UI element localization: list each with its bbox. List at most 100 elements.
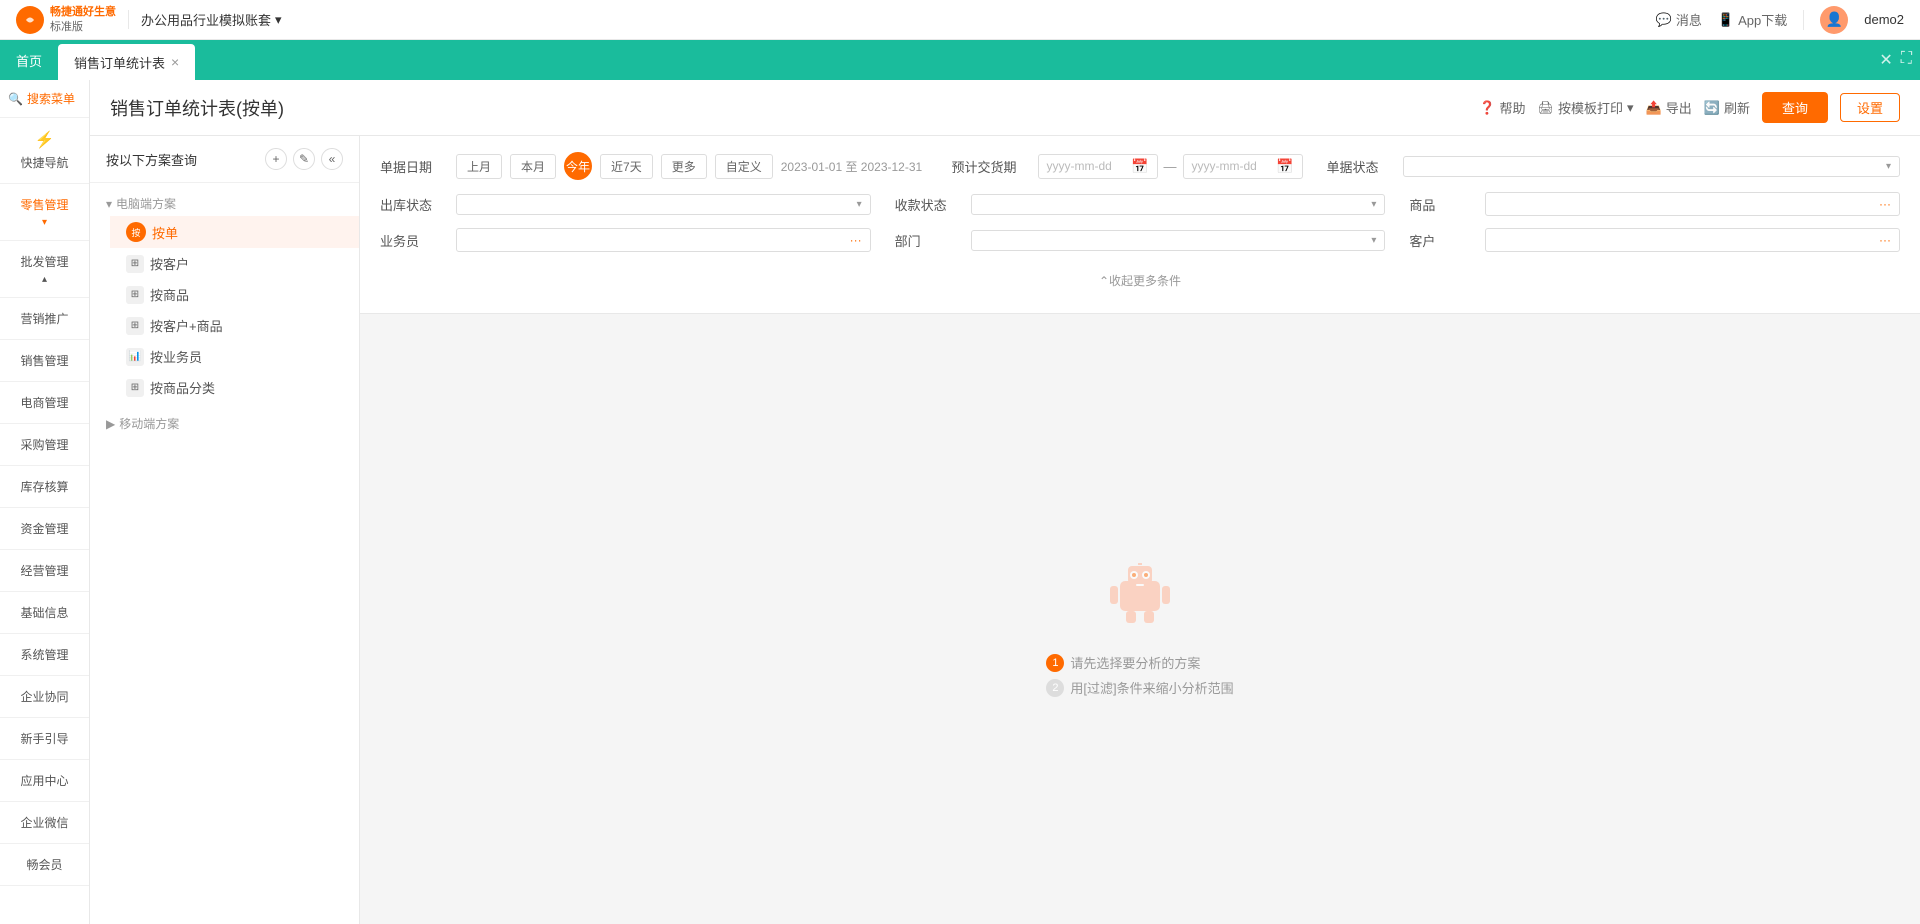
- hint-num-2: 2: [1046, 679, 1064, 697]
- date-btn-7days[interactable]: 近7天: [600, 154, 653, 179]
- setting-button[interactable]: 设置: [1840, 93, 1900, 122]
- top-bar-right: 💬 消息 📱 App下载 👤 demo2: [1656, 6, 1904, 34]
- empty-state: 1 请先选择要分析的方案 2 用[过滤]条件来缩小分析范围: [360, 314, 1920, 924]
- chevron-right-icon: ▶: [106, 417, 115, 431]
- tree-item-by-category[interactable]: ⊞ 按商品分类: [110, 372, 359, 403]
- sidebar-item-operations[interactable]: 经营管理: [0, 550, 89, 592]
- print-button[interactable]: 🖨 按模板打印 ▾: [1538, 98, 1634, 117]
- sidebar-item-member[interactable]: 畅会员: [0, 844, 89, 886]
- date-btn-custom[interactable]: 自定义: [715, 154, 773, 179]
- goods-select[interactable]: ···: [1485, 192, 1900, 216]
- tree-item-by-cust-prod[interactable]: ⊞ 按客户+商品: [110, 310, 359, 341]
- sidebar-item-shortcut[interactable]: ⚡ 快捷导航: [0, 118, 89, 184]
- left-panel-actions: + ✎ «: [265, 148, 343, 170]
- sidebar-item-inventory[interactable]: 库存核算: [0, 466, 89, 508]
- lightning-icon: ⚡: [35, 130, 55, 150]
- edit-scheme-button[interactable]: ✎: [293, 148, 315, 170]
- by-customer-icon: ⊞: [126, 255, 144, 273]
- tree-section-desktop-title: ▾ 电脑端方案: [90, 191, 359, 216]
- sidebar-item-enterprise[interactable]: 企业协同: [0, 676, 89, 718]
- tab-sales-order-stats[interactable]: 销售订单统计表 ×: [58, 44, 195, 80]
- refresh-icon: 🔄: [1704, 100, 1720, 116]
- more-icon[interactable]: ···: [850, 233, 862, 247]
- tree-item-by-product[interactable]: ⊞ 按商品: [110, 279, 359, 310]
- sidebar-item-retail[interactable]: 零售管理 ▾: [0, 184, 89, 241]
- avatar: 👤: [1820, 6, 1848, 34]
- chevron-down-icon: ▾: [1371, 199, 1376, 210]
- close-icon[interactable]: ×: [171, 54, 179, 70]
- maximize-icon[interactable]: ⛶: [1901, 50, 1912, 70]
- page-title: 销售订单统计表(按单): [110, 95, 284, 121]
- chevron-down-icon: ▾: [1371, 235, 1376, 246]
- empty-hint-2: 2 用[过滤]条件来缩小分析范围: [1046, 678, 1233, 697]
- collapse-button[interactable]: ⌃ 收起更多条件: [380, 264, 1900, 297]
- more-icon[interactable]: ···: [1879, 233, 1891, 247]
- sidebar-item-newguide[interactable]: 新手引导: [0, 718, 89, 760]
- chevron-down-icon: ▾: [1886, 161, 1891, 172]
- date-input-group-start: yyyy-mm-dd 📅 — yyyy-mm-dd 📅: [1038, 154, 1303, 179]
- top-bar: 畅捷通好生意 标准版 办公用品行业模拟账套 ▾ 💬 消息 📱 App下载 👤 d…: [0, 0, 1920, 40]
- app-download-button[interactable]: 📱 App下载: [1718, 10, 1787, 29]
- sidebar-item-appcenter[interactable]: 应用中心: [0, 760, 89, 802]
- customer-select[interactable]: ···: [1485, 228, 1900, 252]
- sidebar-item-marketing[interactable]: 营销推广: [0, 298, 89, 340]
- search-icon: 🔍: [8, 92, 23, 106]
- sidebar-item-purchase[interactable]: 采购管理: [0, 424, 89, 466]
- by-cust-prod-icon: ⊞: [126, 317, 144, 335]
- main-layout: 🔍 搜索菜单 ⚡ 快捷导航 零售管理 ▾ 批发管理 ▴ 营销推广 销售管理 电商…: [0, 80, 1920, 924]
- dept-label: 部门: [895, 231, 955, 250]
- top-bar-left: 畅捷通好生意 标准版 办公用品行业模拟账套 ▾: [16, 5, 282, 34]
- chevron-down-icon: ▾: [275, 12, 282, 28]
- tree-item-by-salesman[interactable]: 📊 按业务员: [110, 341, 359, 372]
- empty-hints: 1 请先选择要分析的方案 2 用[过滤]条件来缩小分析范围: [1046, 653, 1233, 697]
- close-window-icon[interactable]: ✕: [1879, 50, 1892, 70]
- hint-num-1: 1: [1046, 654, 1064, 672]
- inner-layout: 按以下方案查询 + ✎ « ▾: [90, 136, 1920, 924]
- date-label: 单据日期: [380, 157, 440, 176]
- app-selector[interactable]: 办公用品行业模拟账套 ▾: [128, 10, 282, 29]
- date-filter: 上月 本月 今年 近7天 更多 自定义 2023-01-01 至 2023-12…: [456, 152, 936, 180]
- date-start-input[interactable]: yyyy-mm-dd 📅: [1038, 154, 1158, 179]
- date-btn-this-year[interactable]: 今年: [564, 152, 592, 180]
- date-btn-this-month[interactable]: 本月: [510, 154, 556, 179]
- tab-home[interactable]: 首页: [0, 40, 58, 80]
- sidebar-item-system[interactable]: 系统管理: [0, 634, 89, 676]
- ship-status-select[interactable]: ▾: [456, 194, 871, 215]
- right-panel: 单据日期 上月 本月 今年 近7天 更多 自定义 2023-01-01 至 20…: [360, 136, 1920, 924]
- help-button[interactable]: ❓ 帮助: [1479, 98, 1525, 117]
- sidebar-item-finance[interactable]: 资金管理: [0, 508, 89, 550]
- tree-item-by-order[interactable]: 按 按单: [110, 216, 359, 248]
- by-category-icon: ⊞: [126, 379, 144, 397]
- refresh-button[interactable]: 🔄 刷新: [1704, 98, 1750, 117]
- sidebar-item-basic[interactable]: 基础信息: [0, 592, 89, 634]
- date-btn-last-month[interactable]: 上月: [456, 154, 502, 179]
- collect-status-select[interactable]: ▾: [971, 194, 1386, 215]
- print-icon: 🖨: [1538, 100, 1555, 116]
- tree-section-mobile-title: ▶ 移动端方案: [90, 411, 359, 436]
- user-name: demo2: [1864, 12, 1904, 27]
- tree-children: 按 按单 ⊞ 按客户 ⊞ 按商品: [90, 216, 359, 403]
- export-icon: 📤: [1646, 100, 1662, 116]
- sidebar-item-ecommerce[interactable]: 电商管理: [0, 382, 89, 424]
- add-scheme-button[interactable]: +: [265, 148, 287, 170]
- dept-select[interactable]: ▾: [971, 230, 1386, 251]
- date-separator: —: [1164, 159, 1177, 174]
- sidebar-search[interactable]: 🔍 搜索菜单: [0, 80, 89, 118]
- salesman-select[interactable]: ···: [456, 228, 871, 252]
- date-end-input[interactable]: yyyy-mm-dd 📅: [1183, 154, 1303, 179]
- export-button[interactable]: 📤 导出: [1646, 98, 1692, 117]
- date-btn-more[interactable]: 更多: [661, 154, 707, 179]
- query-button[interactable]: 查询: [1762, 92, 1828, 123]
- sidebar-item-wholesale[interactable]: 批发管理 ▴: [0, 241, 89, 298]
- collapse-panel-button[interactable]: «: [321, 148, 343, 170]
- sidebar-item-sales[interactable]: 销售管理: [0, 340, 89, 382]
- calendar-icon: 📅: [1131, 158, 1148, 175]
- message-button[interactable]: 💬 消息: [1656, 10, 1702, 29]
- doc-status-select[interactable]: ▾: [1403, 156, 1901, 177]
- empty-hint-1: 1 请先选择要分析的方案: [1046, 653, 1233, 672]
- page-actions: ❓ 帮助 🖨 按模板打印 ▾ 📤 导出 🔄 刷新 查询 设置: [1479, 92, 1900, 123]
- tree-item-by-customer[interactable]: ⊞ 按客户: [110, 248, 359, 279]
- more-icon[interactable]: ···: [1879, 197, 1891, 211]
- filter-row-1: 单据日期 上月 本月 今年 近7天 更多 自定义 2023-01-01 至 20…: [380, 152, 1900, 180]
- sidebar-item-wechat[interactable]: 企业微信: [0, 802, 89, 844]
